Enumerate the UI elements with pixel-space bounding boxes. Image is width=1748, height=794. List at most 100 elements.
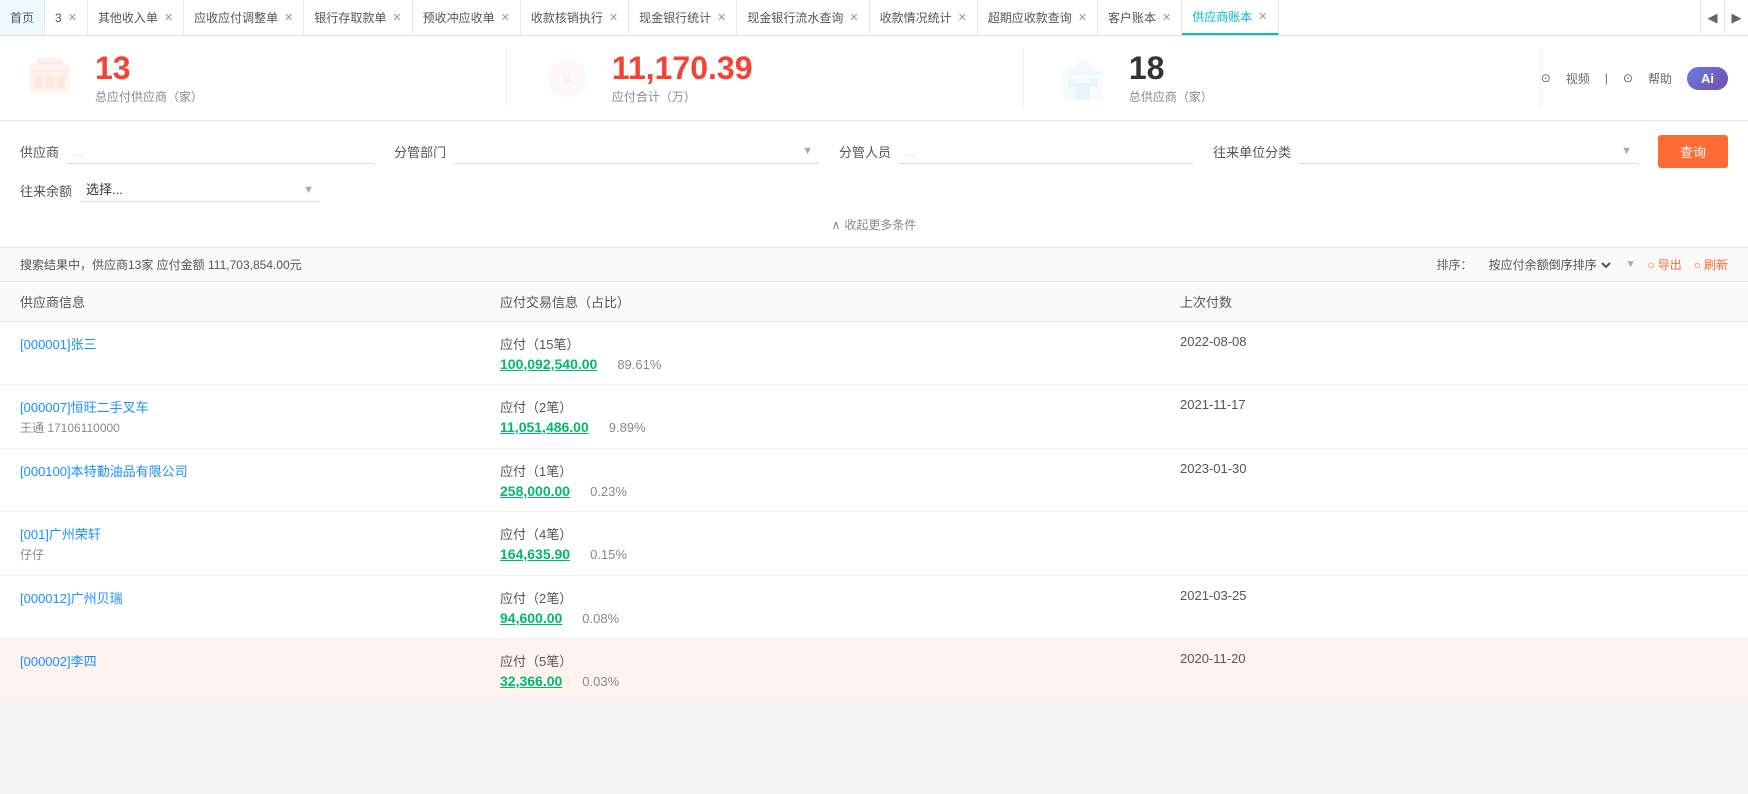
last-pay-cell	[1160, 512, 1748, 576]
department-select-wrapper[interactable]: ▼	[454, 140, 819, 164]
payable-amount[interactable]: 94,600.00	[500, 610, 562, 626]
export-button[interactable]: ○ 导出	[1647, 256, 1681, 273]
supplier-link[interactable]: [000012]广州贝瑞	[20, 591, 123, 606]
payable-percent: 0.23%	[590, 484, 627, 499]
payable-percent: 0.03%	[582, 674, 619, 689]
supplier-link[interactable]: [000007]恒旺二手叉车	[20, 400, 149, 415]
svg-text:¥: ¥	[561, 68, 573, 88]
table-row: [000001]张三应付（15笔）100,092,540.0089.61%202…	[0, 322, 1748, 385]
chevron-down-sort-icon: ▼	[1626, 259, 1636, 270]
refresh-icon: ○	[1694, 258, 1701, 272]
payable-amount[interactable]: 32,366.00	[500, 673, 562, 689]
supplier-info-cell: [001]广州荣轩仔仔	[0, 512, 480, 576]
payable-suppliers-stat: 13 总应付供应商（家）	[20, 48, 507, 108]
close-icon[interactable]: ✕	[1258, 10, 1267, 23]
close-icon[interactable]: ✕	[392, 11, 401, 24]
col-transaction: 应付交易信息（占比）	[480, 282, 1160, 322]
close-icon[interactable]: ✕	[609, 11, 618, 24]
supplier-link[interactable]: [001]广州荣轩	[20, 527, 101, 542]
total-suppliers-number: 18	[1129, 52, 1213, 84]
close-icon[interactable]: ✕	[501, 11, 510, 24]
search-row-2: 往来余额 选择... ▼	[20, 178, 320, 202]
collapse-button[interactable]: ∧ 收起更多条件	[832, 216, 917, 233]
nav-item-receipt-verify[interactable]: 收款核销执行 ✕	[521, 0, 629, 35]
ai-button[interactable]: Ai	[1687, 67, 1728, 90]
payable-total-label: 应付合计（万）	[612, 88, 753, 105]
close-icon[interactable]: ✕	[1162, 11, 1171, 24]
nav-item-bank-deposit[interactable]: 银行存取款单 ✕	[304, 0, 412, 35]
payable-count: 应付（1笔）	[500, 461, 1140, 480]
category-select[interactable]	[1305, 144, 1632, 159]
nav-item-prepay-ar[interactable]: 预收冲应收单 ✕	[413, 0, 521, 35]
payable-percent: 0.15%	[590, 547, 627, 562]
person-field: 分管人员	[839, 140, 1193, 164]
payable-amount[interactable]: 100,092,540.00	[500, 356, 597, 372]
result-summary: 搜索结果中，供应商13家 应付金额 111,703,854.00元	[20, 256, 302, 273]
export-icon: ○	[1647, 258, 1654, 272]
header-stats: 13 总应付供应商（家） ¥ 11,170.39 应付合计（万）	[0, 36, 1748, 121]
category-select-wrapper[interactable]: ▼	[1299, 140, 1638, 164]
department-field: 分管部门 ▼	[394, 140, 819, 164]
last-pay-cell: 2022-08-08	[1160, 322, 1748, 385]
balance-select[interactable]: 选择...	[86, 182, 314, 197]
sort-prefix: 排序：	[1437, 256, 1473, 273]
last-pay-date: 2021-11-17	[1180, 397, 1728, 412]
last-pay-date: 2023-01-30	[1180, 461, 1728, 476]
chevron-down-icon-2: ▼	[1621, 145, 1632, 157]
transaction-cell: 应付（5笔） 32,366.00 0.03%	[480, 639, 1160, 702]
close-icon[interactable]: ✕	[284, 11, 293, 24]
nav-item-customer-ledger[interactable]: 客户账本 ✕	[1098, 0, 1182, 35]
chevron-up-icon: ∧	[832, 218, 841, 232]
payable-percent: 89.61%	[617, 357, 661, 372]
nav-item-tab3[interactable]: 3 ✕	[45, 0, 88, 35]
close-icon[interactable]: ✕	[68, 11, 77, 24]
payable-suppliers-label: 总应付供应商（家）	[95, 88, 203, 105]
nav-item-ar-ap-adjust[interactable]: 应收应付调整单 ✕	[184, 0, 304, 35]
chevron-down-icon: ▼	[802, 145, 813, 157]
table-row: [000007]恒旺二手叉车王通 17106110000应付（2笔）11,051…	[0, 385, 1748, 449]
nav-item-cash-bank-stat[interactable]: 现金银行统计 ✕	[629, 0, 737, 35]
supplier-input[interactable]	[67, 140, 374, 164]
video-link[interactable]: 视频	[1566, 70, 1590, 87]
last-pay-date: 2022-08-08	[1180, 334, 1728, 349]
payable-amount[interactable]: 11,051,486.00	[500, 419, 589, 435]
chevron-down-icon-3: ▼	[303, 184, 314, 196]
result-bar: 搜索结果中，供应商13家 应付金额 111,703,854.00元 排序： 按应…	[0, 248, 1748, 282]
query-button[interactable]: 查询	[1658, 135, 1728, 168]
nav-item-overdue-ar[interactable]: 超期应收款查询 ✕	[978, 0, 1098, 35]
balance-select-wrapper[interactable]: 选择... ▼	[80, 178, 320, 202]
close-icon[interactable]: ✕	[1078, 11, 1087, 24]
last-pay-cell: 2021-11-17	[1160, 385, 1748, 449]
close-icon[interactable]: ✕	[849, 11, 858, 24]
help-link[interactable]: 帮助	[1648, 70, 1672, 87]
payable-amount[interactable]: 164,635.90	[500, 546, 570, 562]
refresh-button[interactable]: ○ 刷新	[1694, 256, 1728, 273]
col-last-pay: 上次付数	[1160, 282, 1748, 322]
sort-select[interactable]: 按应付余额倒序排序	[1485, 257, 1614, 273]
total-suppliers-stat: 18 总供应商（家）	[1024, 48, 1541, 108]
payable-total-number: 11,170.39	[612, 52, 753, 84]
supplier-link[interactable]: [000002]李四	[20, 654, 97, 669]
nav-item-other-income[interactable]: 其他收入单 ✕	[88, 0, 184, 35]
nav-next-button[interactable]: ▶	[1724, 0, 1748, 36]
payable-amount[interactable]: 258,000.00	[500, 483, 570, 499]
department-label: 分管部门	[394, 142, 446, 161]
payable-suppliers-icon	[20, 48, 80, 108]
department-select[interactable]	[460, 144, 813, 159]
close-icon[interactable]: ✕	[164, 11, 173, 24]
close-icon[interactable]: ✕	[958, 11, 967, 24]
nav-item-receipt-stat[interactable]: 收款情况统计 ✕	[870, 0, 978, 35]
nav-item-supplier-ledger[interactable]: 供应商账本 ✕	[1182, 0, 1278, 35]
nav-arrows: ◀ ▶	[1700, 0, 1748, 36]
person-input[interactable]	[899, 140, 1193, 164]
nav-item-cash-flow[interactable]: 现金银行流水查询 ✕	[737, 0, 869, 35]
nav-prev-button[interactable]: ◀	[1700, 0, 1724, 36]
sort-section: 排序： 按应付余额倒序排序 ▼ ○ 导出 ○ 刷新	[1437, 256, 1728, 273]
nav-item-home[interactable]: 首页	[0, 0, 45, 35]
table-header-row: 供应商信息 应付交易信息（占比） 上次付数	[0, 282, 1748, 322]
close-icon[interactable]: ✕	[717, 11, 726, 24]
total-suppliers-label: 总供应商（家）	[1129, 88, 1213, 105]
supplier-link[interactable]: [000100]本特勤油品有限公司	[20, 464, 188, 479]
supplier-link[interactable]: [000001]张三	[20, 337, 97, 352]
payable-count: 应付（5笔）	[500, 651, 1140, 670]
